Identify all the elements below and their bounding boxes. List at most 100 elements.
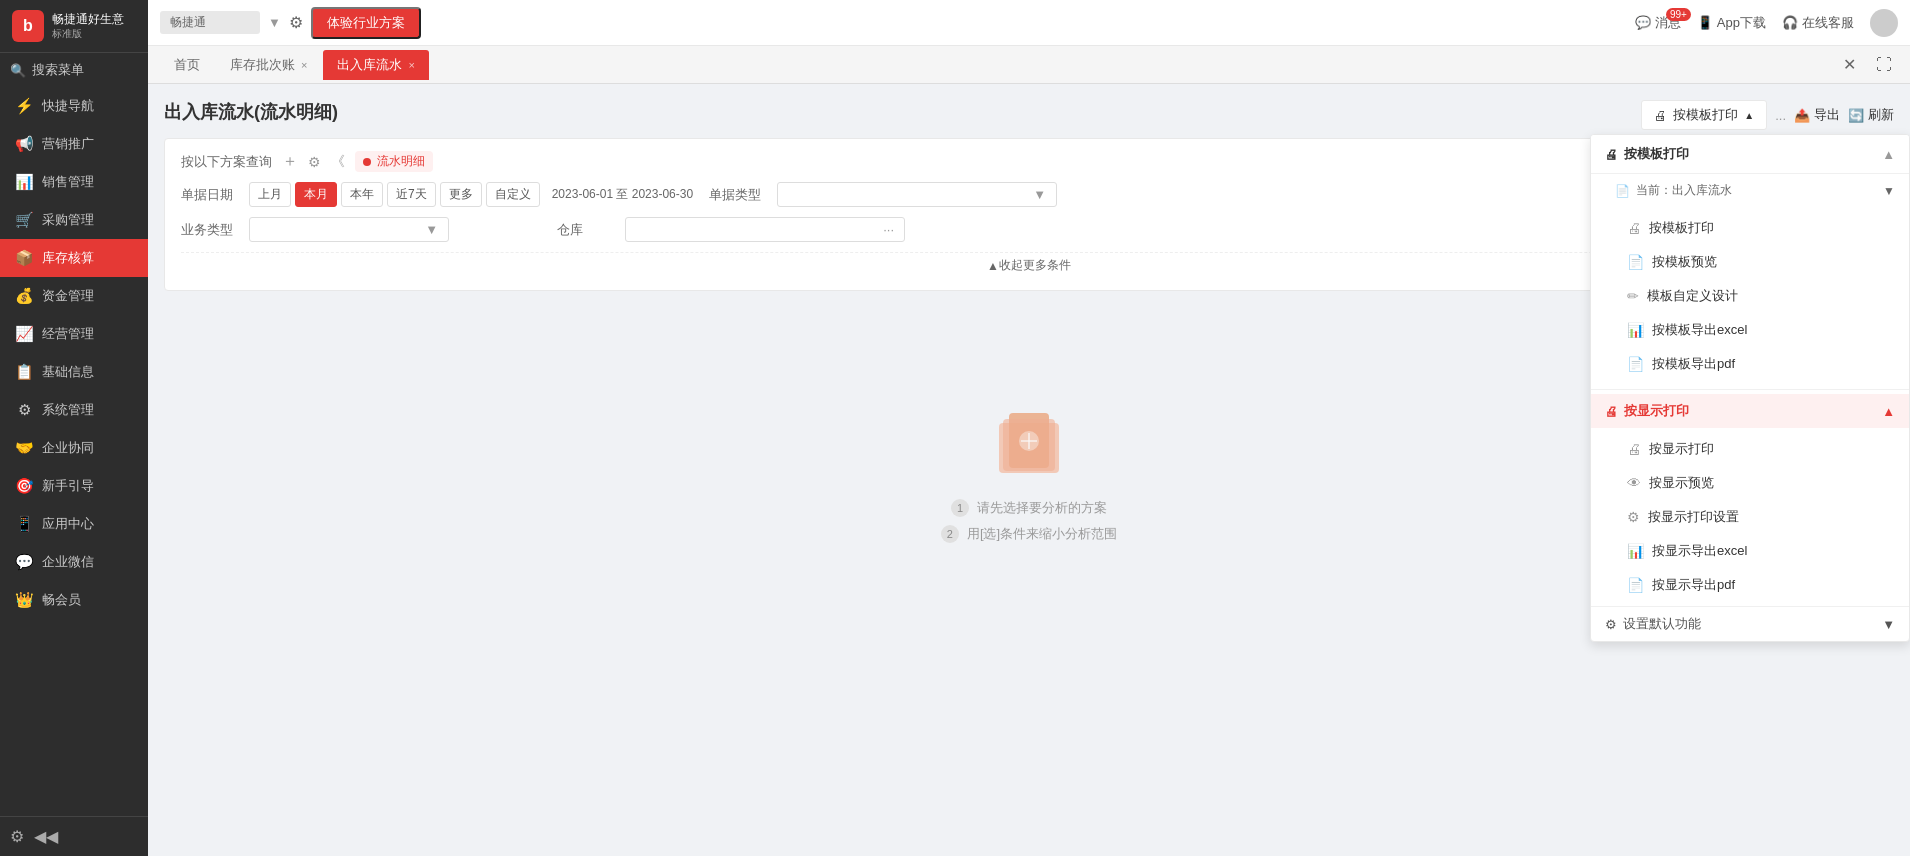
current-template-left: 📄 当前：出入库流水 (1615, 182, 1732, 199)
inventory-label: 库存核算 (42, 249, 94, 267)
trial-btn[interactable]: 体验行业方案 (311, 7, 421, 39)
print-dropdown-panel: 🖨 按模板打印 ▲ 📄 当前：出入库流水 ▼ 🖨 按模板打印 (1590, 134, 1910, 642)
dropdown-header-chevron[interactable]: ▲ (1882, 147, 1895, 162)
footer-chevron: ▼ (1882, 617, 1895, 632)
purchase-icon: 🛒 (14, 211, 34, 229)
tab-batch[interactable]: 库存批次账 × (216, 50, 321, 80)
member-label: 畅会员 (42, 591, 81, 609)
active-filter-tag[interactable]: 流水明细 (355, 151, 433, 172)
tab-flow[interactable]: 出入库流水 × (323, 50, 428, 80)
sidebar-item-inventory[interactable]: 📦 库存核算 (0, 239, 148, 277)
top-toolbar: 🖨 按模板打印 ▲ ... 📤 导出 🔄 刷新 (1641, 100, 1894, 130)
sidebar-item-operation[interactable]: 📈 经营管理 (0, 315, 148, 353)
display-print-item[interactable]: 🖨 按显示打印 (1591, 432, 1909, 466)
display-print-section: 🖨 按显示打印 👁 按显示预览 ⚙ 按显示打印设置 📊 按显示导出excel 📄 (1591, 428, 1909, 606)
sidebar-item-corp[interactable]: 🤝 企业协同 (0, 429, 148, 467)
online-service-btn[interactable]: 🎧 在线客服 (1782, 14, 1854, 32)
current-template-label: 当前：出入库流水 (1636, 182, 1732, 199)
topbar-settings-icon[interactable]: ⚙ (289, 13, 303, 32)
tab-batch-label: 库存批次账 (230, 56, 295, 74)
headset-icon: 🎧 (1782, 15, 1798, 30)
tab-close-all-btn[interactable]: ✕ (1837, 53, 1862, 76)
display-pdf-label: 按显示导出pdf (1652, 576, 1735, 594)
tab-batch-close[interactable]: × (301, 59, 307, 71)
filter-collapse-btn[interactable]: 《 (331, 153, 345, 171)
app-download-btn[interactable]: 📱 App下载 (1697, 14, 1766, 32)
print-template-btn[interactable]: 🖨 按模板打印 ▲ (1641, 100, 1767, 130)
sidebar-item-purchase[interactable]: 🛒 采购管理 (0, 201, 148, 239)
sidebar-search[interactable]: 🔍 搜索菜单 (0, 53, 148, 87)
topbar-actions: 💬 消息 99+ 📱 App下载 🎧 在线客服 (1635, 9, 1898, 37)
sidebar-item-sales[interactable]: 📊 销售管理 (0, 163, 148, 201)
date-7days[interactable]: 近7天 (387, 182, 436, 207)
wechat-icon: 💬 (14, 553, 34, 571)
user-avatar[interactable] (1870, 9, 1898, 37)
sidebar-item-wechat[interactable]: 💬 企业微信 (0, 543, 148, 581)
date-custom[interactable]: 自定义 (486, 182, 540, 207)
template-print-section: 🖨 按模板打印 📄 按模板预览 ✏ 模板自定义设计 📊 按模板导出excel 📄 (1591, 207, 1909, 385)
display-section-header[interactable]: 🖨 按显示打印 ▲ (1591, 394, 1909, 428)
date-last-month[interactable]: 上月 (249, 182, 291, 207)
collapse-sidebar-icon[interactable]: ◀◀ (34, 827, 58, 846)
date-this-month[interactable]: 本月 (295, 182, 337, 207)
template-custom-item[interactable]: ✏ 模板自定义设计 (1591, 279, 1909, 313)
app-download-icon: 📱 (1697, 15, 1713, 30)
refresh-btn[interactable]: 🔄 刷新 (1848, 106, 1894, 124)
bill-type-dropdown[interactable]: ▼ (777, 182, 1057, 207)
message-btn[interactable]: 💬 消息 99+ (1635, 14, 1681, 32)
filter-settings-btn[interactable]: ⚙ (308, 154, 321, 170)
current-template-icon: 📄 (1615, 184, 1630, 198)
template-preview-item[interactable]: 📄 按模板预览 (1591, 245, 1909, 279)
warehouse-dropdown[interactable]: ··· (625, 217, 905, 242)
step-2-num: 2 (941, 525, 959, 543)
print-dropdown-title: 按模板打印 (1624, 145, 1689, 163)
sidebar-logo: b 畅捷通好生意 标准版 (0, 0, 148, 53)
tab-maximize-btn[interactable]: ⛶ (1870, 54, 1898, 76)
sidebar-nav: ⚡ 快捷导航 📢 营销推广 📊 销售管理 🛒 采购管理 📦 库存核算 💰 资金管… (0, 87, 148, 816)
tab-flow-close[interactable]: × (408, 59, 414, 71)
settings-bottom-icon[interactable]: ⚙ (10, 827, 24, 846)
sidebar-item-shortcut[interactable]: ⚡ 快捷导航 (0, 87, 148, 125)
basic-icon: 📋 (14, 363, 34, 381)
template-excel-label: 按模板导出excel (1652, 321, 1747, 339)
filter-dot-icon (363, 158, 371, 166)
user-selector[interactable]: 畅捷通 (160, 11, 260, 34)
sidebar-item-basic[interactable]: 📋 基础信息 (0, 353, 148, 391)
business-type-label: 业务类型 (181, 221, 241, 239)
wechat-label: 企业微信 (42, 553, 94, 571)
export-btn[interactable]: 📤 导出 (1794, 106, 1840, 124)
template-pdf-item[interactable]: 📄 按模板导出pdf (1591, 347, 1909, 381)
step-2-text: 用[选]条件来缩小分析范围 (967, 525, 1117, 543)
template-excel-item[interactable]: 📊 按模板导出excel (1591, 313, 1909, 347)
date-this-year[interactable]: 本年 (341, 182, 383, 207)
date-more[interactable]: 更多 (440, 182, 482, 207)
system-icon: ⚙ (14, 401, 34, 419)
more-options-btn[interactable]: ... (1775, 108, 1786, 123)
sidebar-item-marketing[interactable]: 📢 营销推广 (0, 125, 148, 163)
sales-label: 销售管理 (42, 173, 94, 191)
dropdown-footer[interactable]: ⚙ 设置默认功能 ▼ (1591, 606, 1909, 641)
display-pdf-item[interactable]: 📄 按显示导出pdf (1591, 568, 1909, 602)
display-settings-label: 按显示打印设置 (1648, 508, 1739, 526)
display-preview-item[interactable]: 👁 按显示预览 (1591, 466, 1909, 500)
tab-home[interactable]: 首页 (160, 50, 214, 80)
current-template-chevron[interactable]: ▼ (1883, 184, 1895, 198)
export-icon: 📤 (1794, 108, 1810, 123)
guide-label: 新手引导 (42, 477, 94, 495)
sidebar-item-member[interactable]: 👑 畅会员 (0, 581, 148, 619)
sidebar-item-guide[interactable]: 🎯 新手引导 (0, 467, 148, 505)
business-type-dropdown[interactable]: ▼ (249, 217, 449, 242)
sidebar-item-appcenter[interactable]: 📱 应用中心 (0, 505, 148, 543)
sidebar-item-system[interactable]: ⚙ 系统管理 (0, 391, 148, 429)
user-dropdown-icon[interactable]: ▼ (268, 15, 281, 30)
template-print-item[interactable]: 🖨 按模板打印 (1591, 211, 1909, 245)
display-excel-item[interactable]: 📊 按显示导出excel (1591, 534, 1909, 568)
print-dropdown-chevron-up: ▲ (1744, 110, 1754, 121)
basic-label: 基础信息 (42, 363, 94, 381)
dropdown-divider (1591, 389, 1909, 390)
finance-icon: 💰 (14, 287, 34, 305)
filter-add-btn[interactable]: ＋ (282, 151, 298, 172)
sidebar-item-finance[interactable]: 💰 资金管理 (0, 277, 148, 315)
display-settings-item[interactable]: ⚙ 按显示打印设置 (1591, 500, 1909, 534)
display-section-icon: 🖨 (1605, 404, 1618, 419)
